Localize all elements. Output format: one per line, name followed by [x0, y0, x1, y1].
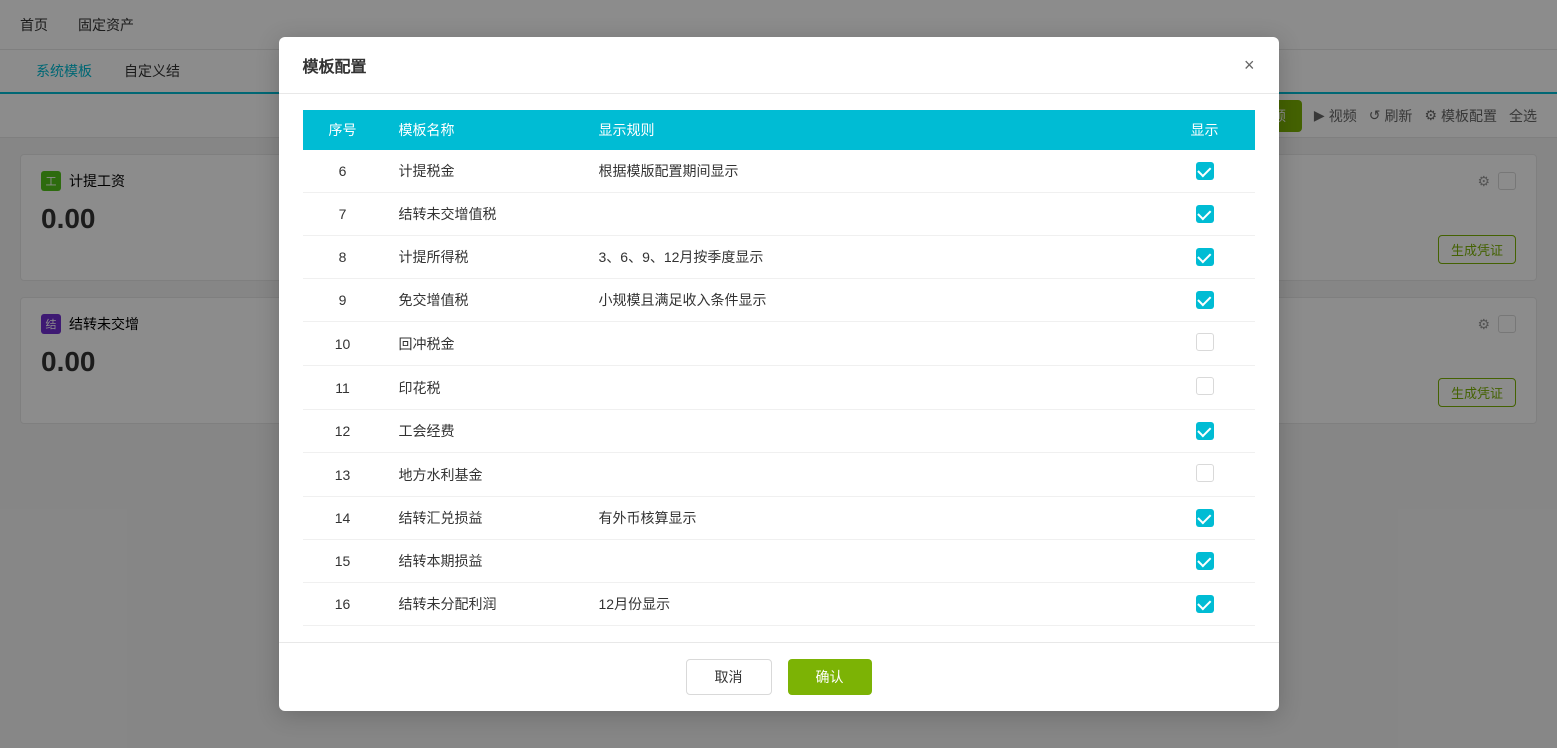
table-row: 9免交增值税小规模且满足收入条件显示: [303, 279, 1255, 322]
cell-id: 8: [303, 236, 383, 279]
cell-id: 10: [303, 322, 383, 366]
modal-footer: 取消 确认: [279, 642, 1279, 711]
th-index: 序号: [303, 110, 383, 150]
cell-check: [1155, 279, 1255, 322]
checkbox-13[interactable]: [1196, 464, 1214, 482]
cell-name: 结转未分配利润: [383, 583, 583, 626]
cell-name: 工会经费: [383, 410, 583, 453]
cell-check: [1155, 583, 1255, 626]
cell-rule: [583, 453, 1155, 497]
confirm-button[interactable]: 确认: [788, 659, 872, 695]
checkbox-16[interactable]: [1196, 595, 1214, 613]
table-row: 12工会经费: [303, 410, 1255, 453]
cancel-button[interactable]: 取消: [686, 659, 772, 695]
cell-check: [1155, 366, 1255, 410]
table-row: 8计提所得税3、6、9、12月按季度显示: [303, 236, 1255, 279]
cell-name: 结转汇兑损益: [383, 497, 583, 540]
checkbox-9[interactable]: [1196, 291, 1214, 309]
cell-id: 16: [303, 583, 383, 626]
cell-check: [1155, 410, 1255, 453]
cell-rule: 小规模且满足收入条件显示: [583, 279, 1155, 322]
cell-rule: 根据模版配置期间显示: [583, 150, 1155, 193]
checkbox-6[interactable]: [1196, 162, 1214, 180]
cell-name: 免交增值税: [383, 279, 583, 322]
cell-name: 印花税: [383, 366, 583, 410]
cell-id: 11: [303, 366, 383, 410]
cell-rule: [583, 366, 1155, 410]
table-row: 14结转汇兑损益有外币核算显示: [303, 497, 1255, 540]
checkbox-8[interactable]: [1196, 248, 1214, 266]
checkbox-10[interactable]: [1196, 333, 1214, 351]
cell-name: 结转未交增值税: [383, 193, 583, 236]
cell-check: [1155, 150, 1255, 193]
modal-title: 模板配置: [303, 53, 367, 77]
cell-rule: [583, 410, 1155, 453]
cell-rule: [583, 540, 1155, 583]
cell-rule: 有外币核算显示: [583, 497, 1155, 540]
cell-id: 15: [303, 540, 383, 583]
modal-header: 模板配置 ×: [279, 37, 1279, 94]
checkbox-11[interactable]: [1196, 377, 1214, 395]
table-row: 15结转本期损益: [303, 540, 1255, 583]
cell-rule: [583, 322, 1155, 366]
cell-rule: [583, 193, 1155, 236]
table-row: 16结转未分配利润12月份显示: [303, 583, 1255, 626]
cell-id: 13: [303, 453, 383, 497]
cell-rule: 12月份显示: [583, 583, 1155, 626]
table-row: 10回冲税金: [303, 322, 1255, 366]
th-rule: 显示规则: [583, 110, 1155, 150]
modal-close-button[interactable]: ×: [1244, 56, 1255, 74]
modal-body: 序号 模板名称 显示规则 显示 6计提税金根据模版配置期间显示7结转未交增值税8…: [279, 94, 1279, 642]
cell-check: [1155, 497, 1255, 540]
th-name: 模板名称: [383, 110, 583, 150]
cell-check: [1155, 193, 1255, 236]
checkbox-7[interactable]: [1196, 205, 1214, 223]
template-config-modal: 模板配置 × 序号 模板名称 显示规则 显示 6计提税金根据模版配置期间显示7结…: [279, 37, 1279, 711]
table-row: 7结转未交增值税: [303, 193, 1255, 236]
cell-id: 7: [303, 193, 383, 236]
cell-id: 6: [303, 150, 383, 193]
cell-name: 回冲税金: [383, 322, 583, 366]
cell-rule: 3、6、9、12月按季度显示: [583, 236, 1155, 279]
cell-name: 地方水利基金: [383, 453, 583, 497]
table-row: 6计提税金根据模版配置期间显示: [303, 150, 1255, 193]
modal-overlay: 模板配置 × 序号 模板名称 显示规则 显示 6计提税金根据模版配置期间显示7结…: [0, 0, 1557, 748]
cell-check: [1155, 453, 1255, 497]
cell-check: [1155, 236, 1255, 279]
th-display: 显示: [1155, 110, 1255, 150]
cell-name: 计提税金: [383, 150, 583, 193]
config-table: 序号 模板名称 显示规则 显示 6计提税金根据模版配置期间显示7结转未交增值税8…: [303, 110, 1255, 626]
cell-check: [1155, 322, 1255, 366]
checkbox-15[interactable]: [1196, 552, 1214, 570]
cell-id: 14: [303, 497, 383, 540]
checkbox-12[interactable]: [1196, 422, 1214, 440]
cell-name: 结转本期损益: [383, 540, 583, 583]
table-row: 13地方水利基金: [303, 453, 1255, 497]
table-head: 序号 模板名称 显示规则 显示: [303, 110, 1255, 150]
cell-id: 12: [303, 410, 383, 453]
cell-name: 计提所得税: [383, 236, 583, 279]
checkbox-14[interactable]: [1196, 509, 1214, 527]
cell-id: 9: [303, 279, 383, 322]
table-body: 6计提税金根据模版配置期间显示7结转未交增值税8计提所得税3、6、9、12月按季…: [303, 150, 1255, 626]
table-row: 11印花税: [303, 366, 1255, 410]
cell-check: [1155, 540, 1255, 583]
